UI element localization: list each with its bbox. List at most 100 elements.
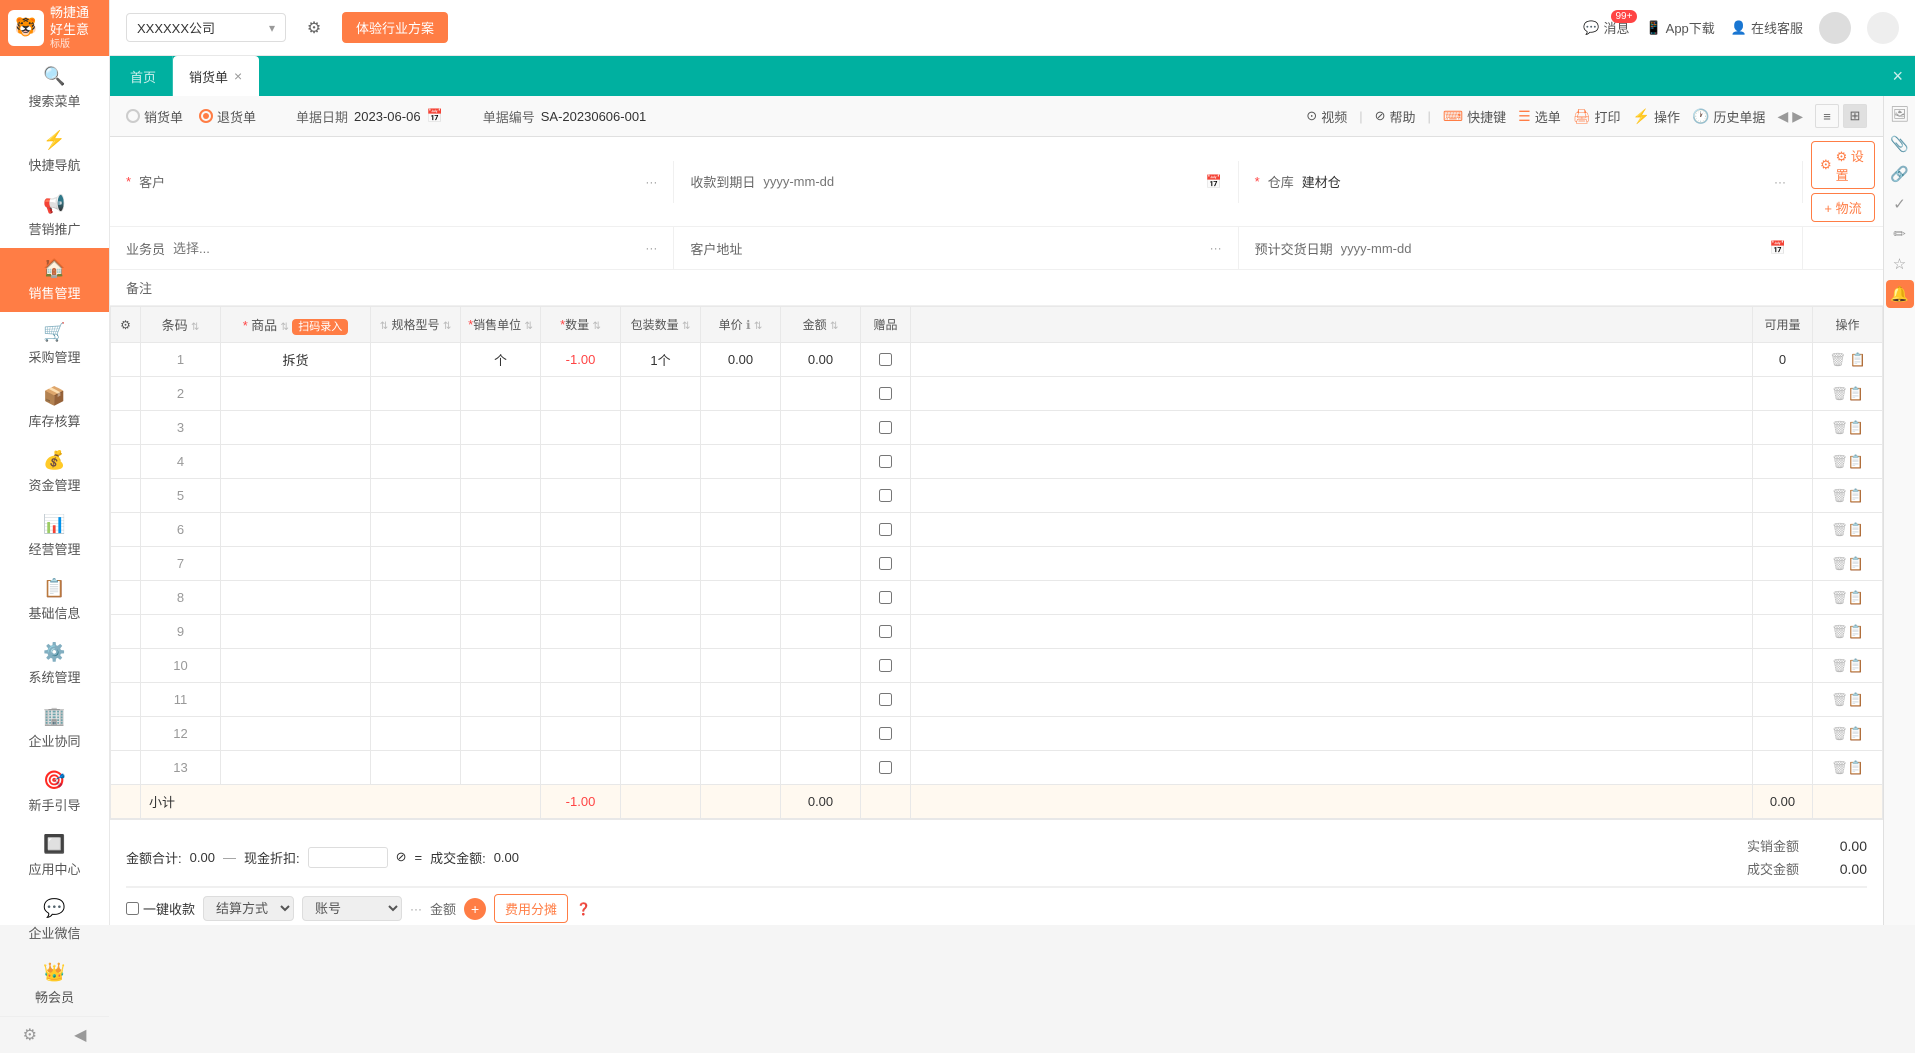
del-11[interactable]: 🗑 — [1831, 692, 1848, 707]
sort-spec[interactable]: ⇅ — [380, 321, 388, 332]
copy-2[interactable]: 📋 — [1848, 386, 1864, 401]
float-attach-btn[interactable]: 📎 — [1886, 130, 1914, 158]
gift-cb-10[interactable] — [879, 659, 892, 672]
warehouse-ellipsis[interactable]: ··· — [1774, 175, 1786, 189]
sidebar-item-inventory[interactable]: 📦 库存核算 — [0, 376, 109, 440]
gift-cb-3[interactable] — [879, 421, 892, 434]
float-check-btn[interactable]: ✓ — [1886, 190, 1914, 218]
sidebar-item-basics[interactable]: 📋 基础信息 — [0, 568, 109, 632]
copy-10[interactable]: 📋 — [1848, 658, 1864, 673]
sort-qty[interactable]: ⇅ — [593, 321, 601, 332]
sort-pkg[interactable]: ⇅ — [682, 321, 690, 332]
grid-view-btn[interactable]: ⊞ — [1843, 104, 1867, 128]
salesperson-input[interactable] — [173, 241, 637, 256]
operations-action[interactable]: ⚡ 操作 — [1633, 107, 1680, 126]
float-star-btn[interactable]: ☆ — [1886, 250, 1914, 278]
del-5[interactable]: 🗑 — [1831, 488, 1848, 503]
collapse-icon[interactable]: ◀ — [74, 1025, 86, 1045]
copy-9[interactable]: 📋 — [1848, 624, 1864, 639]
del-12[interactable]: 🗑 — [1831, 726, 1848, 741]
gift-cb-11[interactable] — [879, 693, 892, 706]
gift-cb-7[interactable] — [879, 557, 892, 570]
payment-method-select[interactable]: 结算方式 — [203, 896, 294, 921]
sidebar-item-fund[interactable]: 💰 资金管理 — [0, 440, 109, 504]
customer-input[interactable] — [173, 174, 637, 189]
gift-cb-4[interactable] — [879, 455, 892, 468]
help-action[interactable]: ⊘ 帮助 — [1375, 107, 1416, 126]
sidebar-item-quick-nav[interactable]: ⚡ 快捷导航 — [0, 120, 109, 184]
video-action[interactable]: ⊙ 视频 — [1306, 107, 1347, 126]
logistics-btn[interactable]: + 物流 — [1811, 193, 1875, 222]
prev-icon[interactable]: ◀ — [1777, 108, 1788, 125]
radio-return[interactable]: 退货单 — [199, 107, 256, 126]
del-3[interactable]: 🗑 — [1831, 420, 1848, 435]
price-info-icon[interactable]: ℹ — [746, 318, 751, 332]
copy-icon-1[interactable]: 📋 — [1849, 352, 1865, 367]
gift-cb-9[interactable] — [879, 625, 892, 638]
user-avatar2[interactable] — [1867, 12, 1899, 44]
print-action[interactable]: 🖨 打印 — [1573, 107, 1621, 126]
user-avatar[interactable] — [1819, 12, 1851, 44]
sort-amount[interactable]: ⇅ — [830, 321, 838, 332]
due-date-input[interactable] — [763, 174, 1197, 189]
shortcuts-action[interactable]: ⌨ 快捷键 — [1443, 107, 1506, 126]
list-view-btn[interactable]: ≡ — [1815, 104, 1839, 128]
scan-btn[interactable]: 扫码录入 — [292, 319, 348, 335]
experience-button[interactable]: 体验行业方案 — [342, 12, 448, 43]
sidebar-item-enterprise[interactable]: 🏢 企业协同 — [0, 696, 109, 760]
del-6[interactable]: 🗑 — [1831, 522, 1848, 537]
copy-7[interactable]: 📋 — [1848, 556, 1864, 571]
payment-account-select[interactable]: 账号 — [302, 896, 402, 921]
del-8[interactable]: 🗑 — [1831, 590, 1848, 605]
next-icon[interactable]: ▶ — [1792, 108, 1803, 125]
sidebar-item-weixin[interactable]: 💬 企业微信 — [0, 888, 109, 952]
gift-cb-2[interactable] — [879, 387, 892, 400]
customer-ellipsis[interactable]: ··· — [645, 175, 657, 189]
copy-6[interactable]: 📋 — [1848, 522, 1864, 537]
float-image-btn[interactable]: 🖼 — [1886, 100, 1914, 128]
expense-info-icon[interactable]: ❓ — [576, 902, 591, 916]
copy-5[interactable]: 📋 — [1848, 488, 1864, 503]
settings-icon[interactable]: ⚙ — [298, 12, 330, 44]
gift-cb-5[interactable] — [879, 489, 892, 502]
sort-spec2[interactable]: ⇅ — [443, 321, 451, 332]
del-2[interactable]: 🗑 — [1831, 386, 1848, 401]
sidebar-item-member[interactable]: 👑 畅会员 — [0, 952, 109, 1016]
sidebar-item-marketing[interactable]: 📢 营销推广 — [0, 184, 109, 248]
copy-11[interactable]: 📋 — [1848, 692, 1864, 707]
sidebar-item-beginner[interactable]: 🎯 新手引导 — [0, 760, 109, 824]
sidebar-item-search[interactable]: 🔍 搜索菜单 — [0, 56, 109, 120]
online-service-action[interactable]: 👤 在线客服 — [1731, 18, 1803, 37]
sidebar-item-sales[interactable]: 🏠 销售管理 — [0, 248, 109, 312]
expected-date-input[interactable] — [1341, 241, 1762, 256]
gift-cb-12[interactable] — [879, 727, 892, 740]
del-4[interactable]: 🗑 — [1831, 454, 1848, 469]
del-9[interactable]: 🗑 — [1831, 624, 1848, 639]
sort-barcode[interactable]: ⇅ — [191, 322, 199, 333]
cash-discount-input[interactable] — [308, 847, 388, 868]
gift-cb-8[interactable] — [879, 591, 892, 604]
app-download-action[interactable]: 📱 App下载 — [1645, 18, 1714, 37]
tab-close-icon[interactable]: × — [234, 68, 242, 84]
company-selector[interactable]: XXXXXX公司 ▾ — [126, 13, 286, 42]
expense-btn[interactable]: 费用分摊 — [494, 894, 568, 923]
calendar-icon[interactable]: 📅 — [427, 108, 443, 124]
due-date-calendar-icon[interactable]: 📅 — [1205, 174, 1221, 190]
float-link-btn[interactable]: 🔗 — [1886, 160, 1914, 188]
settings-bottom-icon[interactable]: ⚙ — [23, 1025, 37, 1045]
sidebar-item-operations[interactable]: 📊 经营管理 — [0, 504, 109, 568]
add-payment-btn[interactable]: + — [464, 898, 486, 920]
radio-sales[interactable]: 销货单 — [126, 107, 183, 126]
history-action[interactable]: 🕐 历史单据 — [1692, 107, 1765, 126]
copy-3[interactable]: 📋 — [1848, 420, 1864, 435]
del-13[interactable]: 🗑 — [1831, 760, 1848, 775]
gift-checkbox-1[interactable] — [879, 353, 892, 366]
address-ellipsis[interactable]: ··· — [1210, 241, 1222, 255]
sidebar-item-system[interactable]: ⚙️ 系统管理 — [0, 632, 109, 696]
sort-product[interactable]: ⇅ — [281, 322, 289, 333]
account-ellipsis[interactable]: ··· — [410, 902, 422, 916]
one-click-checkbox[interactable] — [126, 902, 139, 915]
del-10[interactable]: 🗑 — [1831, 658, 1848, 673]
settings-btn[interactable]: ⚙ ⚙ 设置 — [1811, 141, 1875, 189]
copy-8[interactable]: 📋 — [1848, 590, 1864, 605]
